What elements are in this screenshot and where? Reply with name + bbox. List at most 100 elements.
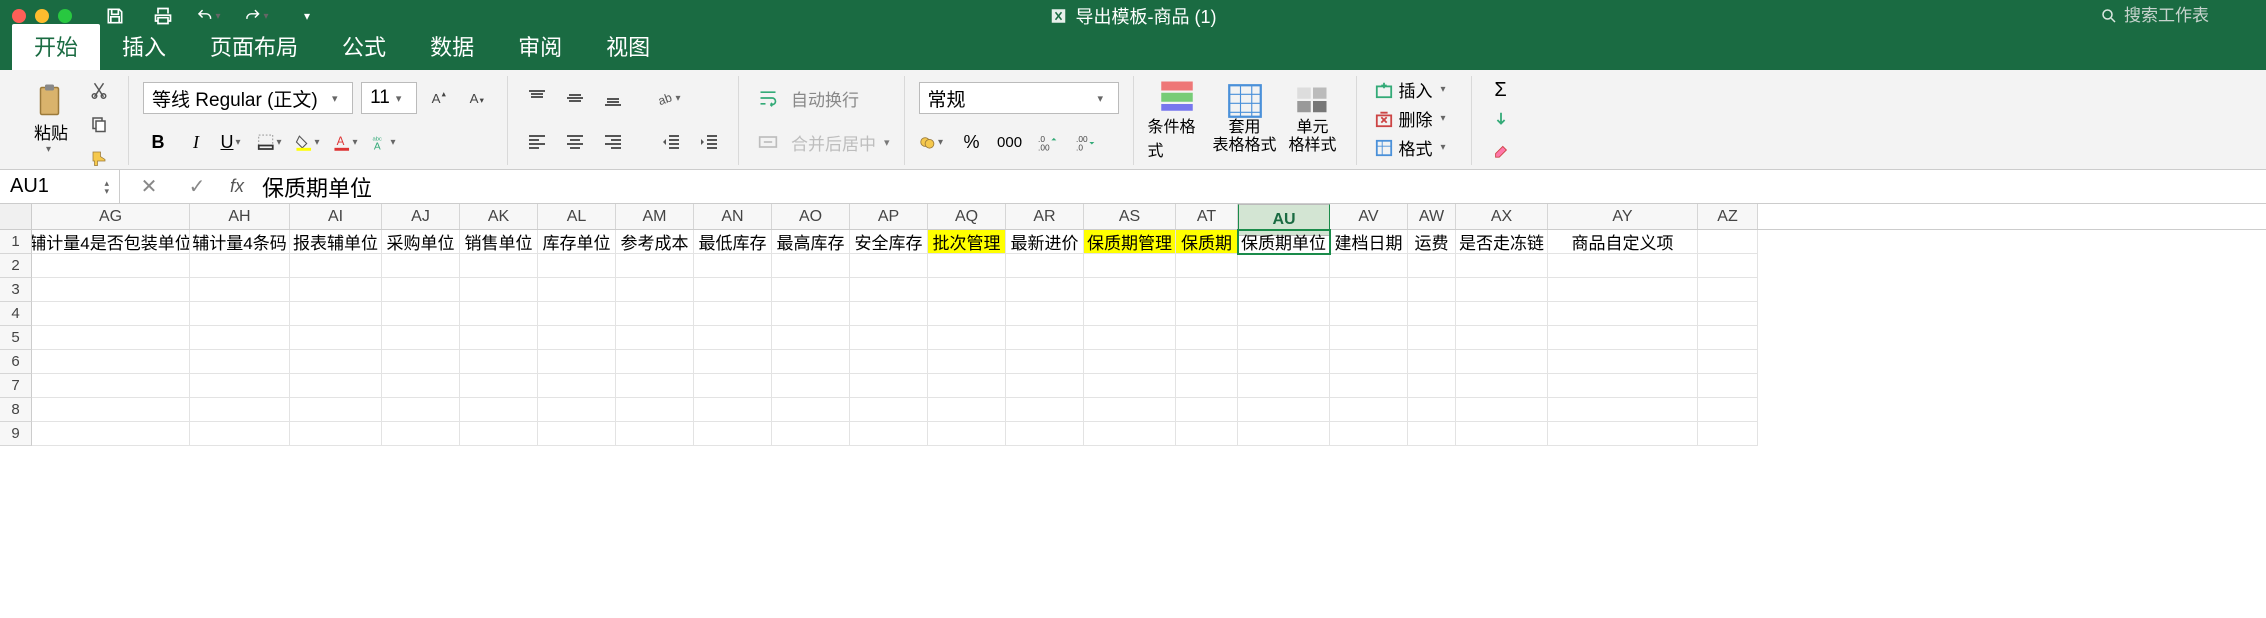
cell-AT3[interactable] (1176, 278, 1238, 302)
cell-AZ6[interactable] (1698, 350, 1758, 374)
cell-AX5[interactable] (1456, 326, 1548, 350)
cell-AL3[interactable] (538, 278, 616, 302)
cell-AM2[interactable] (616, 254, 694, 278)
cell-AX7[interactable] (1456, 374, 1548, 398)
cell-AY1[interactable]: 商品自定义项 (1548, 230, 1698, 254)
cell-AT8[interactable] (1176, 398, 1238, 422)
cell-AG4[interactable] (32, 302, 190, 326)
cell-AN1[interactable]: 最低库存 (694, 230, 772, 254)
row-header-3[interactable]: 3 (0, 278, 32, 302)
italic-button[interactable]: I (181, 128, 211, 156)
format-table-button[interactable]: 套用 表格格式 (1216, 76, 1274, 162)
cell-AY6[interactable] (1548, 350, 1698, 374)
cell-AT1[interactable]: 保质期 (1176, 230, 1238, 254)
number-format-select[interactable]: 常规▾ (919, 82, 1119, 114)
cell-AG2[interactable] (32, 254, 190, 278)
row-header-6[interactable]: 6 (0, 350, 32, 374)
cell-AN8[interactable] (694, 398, 772, 422)
cell-AL6[interactable] (538, 350, 616, 374)
phonetic-button[interactable]: abcA▾ (371, 128, 401, 156)
cell-AP9[interactable] (850, 422, 928, 446)
fx-icon[interactable]: fx (230, 176, 244, 197)
col-header-AN[interactable]: AN (694, 204, 772, 229)
font-color-button[interactable]: A▾ (333, 128, 363, 156)
cell-AN7[interactable] (694, 374, 772, 398)
cell-AY4[interactable] (1548, 302, 1698, 326)
cell-AU3[interactable] (1238, 278, 1330, 302)
cell-AR1[interactable]: 最新进价 (1006, 230, 1084, 254)
row-header-7[interactable]: 7 (0, 374, 32, 398)
decrease-font-button[interactable]: A▾ (463, 84, 493, 112)
cell-AQ6[interactable] (928, 350, 1006, 374)
cell-AK5[interactable] (460, 326, 538, 350)
cell-AU5[interactable] (1238, 326, 1330, 350)
col-header-AL[interactable]: AL (538, 204, 616, 229)
namebox-down[interactable]: ▾ (104, 187, 109, 195)
cell-AX3[interactable] (1456, 278, 1548, 302)
cell-AO7[interactable] (772, 374, 850, 398)
cell-AR5[interactable] (1006, 326, 1084, 350)
font-size-select[interactable]: 11▾ (361, 82, 417, 114)
cell-AI9[interactable] (290, 422, 382, 446)
cell-AK3[interactable] (460, 278, 538, 302)
border-button[interactable]: ▾ (257, 128, 287, 156)
cell-AI5[interactable] (290, 326, 382, 350)
tab-数据[interactable]: 数据 (408, 24, 496, 70)
tab-页面布局[interactable]: 页面布局 (188, 24, 320, 70)
cell-AY9[interactable] (1548, 422, 1698, 446)
col-header-AX[interactable]: AX (1456, 204, 1548, 229)
cell-AV9[interactable] (1330, 422, 1408, 446)
cell-AP7[interactable] (850, 374, 928, 398)
cell-AU4[interactable] (1238, 302, 1330, 326)
cell-AY7[interactable] (1548, 374, 1698, 398)
col-header-AI[interactable]: AI (290, 204, 382, 229)
cell-AS6[interactable] (1084, 350, 1176, 374)
cell-AJ5[interactable] (382, 326, 460, 350)
cell-AP4[interactable] (850, 302, 928, 326)
cell-AZ5[interactable] (1698, 326, 1758, 350)
cell-AH7[interactable] (190, 374, 290, 398)
cell-AL9[interactable] (538, 422, 616, 446)
align-middle-button[interactable] (560, 84, 590, 112)
cell-AY2[interactable] (1548, 254, 1698, 278)
cell-AS9[interactable] (1084, 422, 1176, 446)
cell-AO5[interactable] (772, 326, 850, 350)
cell-AO9[interactable] (772, 422, 850, 446)
cell-AY5[interactable] (1548, 326, 1698, 350)
cell-AO6[interactable] (772, 350, 850, 374)
cell-AH9[interactable] (190, 422, 290, 446)
currency-button[interactable]: ▾ (919, 128, 949, 156)
percent-button[interactable]: % (957, 128, 987, 156)
formula-input[interactable] (262, 174, 2252, 200)
cell-AP6[interactable] (850, 350, 928, 374)
tab-审阅[interactable]: 审阅 (496, 24, 584, 70)
cell-AO2[interactable] (772, 254, 850, 278)
cell-AQ7[interactable] (928, 374, 1006, 398)
cell-AV8[interactable] (1330, 398, 1408, 422)
cell-AX1[interactable]: 是否走冻链 (1456, 230, 1548, 254)
format-cells-button[interactable]: 格式▾ (1371, 134, 1457, 161)
cell-AY3[interactable] (1548, 278, 1698, 302)
cell-AJ7[interactable] (382, 374, 460, 398)
cell-AG8[interactable] (32, 398, 190, 422)
cell-AS8[interactable] (1084, 398, 1176, 422)
cell-AH1[interactable]: 辅计量4条码 (190, 230, 290, 254)
align-left-button[interactable] (522, 128, 552, 156)
cell-AV4[interactable] (1330, 302, 1408, 326)
paste-button[interactable]: 粘贴 ▾ (22, 76, 80, 162)
tab-插入[interactable]: 插入 (100, 24, 188, 70)
cell-AU7[interactable] (1238, 374, 1330, 398)
name-box[interactable]: AU1 ▴▾ (0, 170, 120, 204)
cell-AK7[interactable] (460, 374, 538, 398)
cell-AU9[interactable] (1238, 422, 1330, 446)
cell-AK6[interactable] (460, 350, 538, 374)
cell-AS7[interactable] (1084, 374, 1176, 398)
cell-AT2[interactable] (1176, 254, 1238, 278)
cell-AV7[interactable] (1330, 374, 1408, 398)
cell-AT7[interactable] (1176, 374, 1238, 398)
col-header-AP[interactable]: AP (850, 204, 928, 229)
cell-AI4[interactable] (290, 302, 382, 326)
cell-AN2[interactable] (694, 254, 772, 278)
cell-AU2[interactable] (1238, 254, 1330, 278)
wrap-label[interactable]: 自动换行 (791, 86, 859, 111)
